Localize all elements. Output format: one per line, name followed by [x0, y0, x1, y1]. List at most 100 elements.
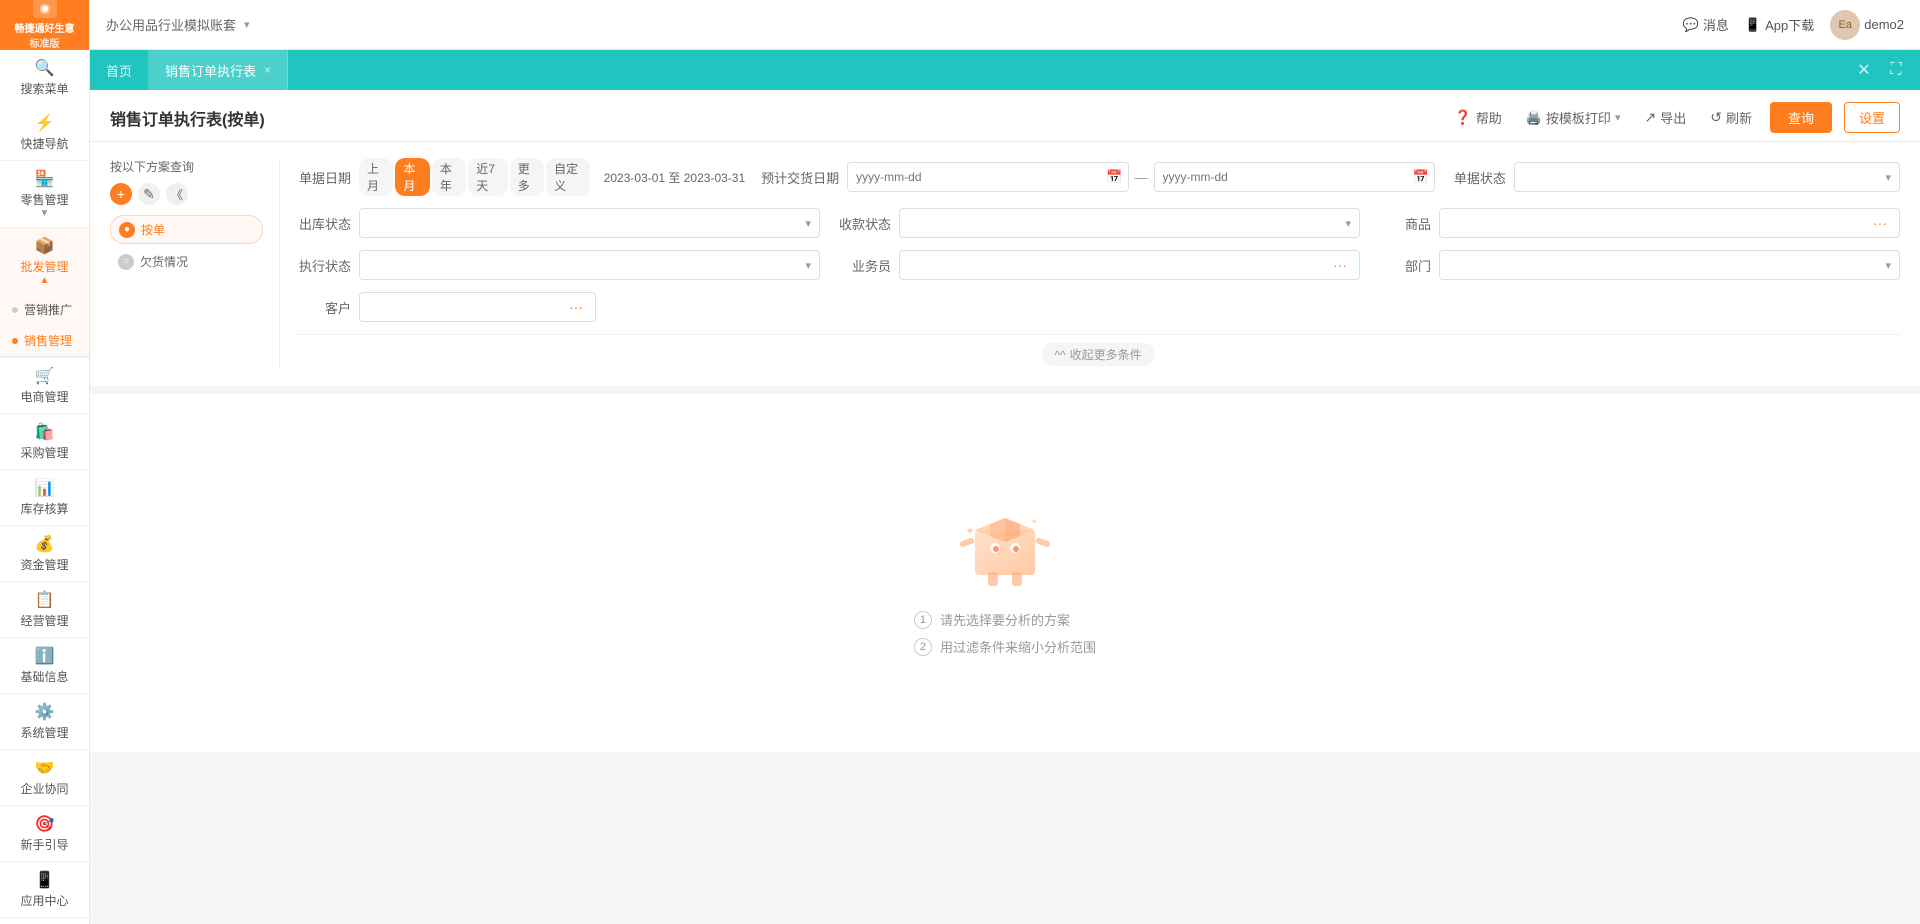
shipment-label: 出库状态	[296, 214, 351, 233]
filter-sidebar-actions: + ✎ 《	[110, 183, 263, 205]
svg-text:✦: ✦	[965, 524, 975, 538]
date-tabs: 上月 本月 本年 近7天 更多 自定义	[359, 158, 590, 196]
sidebar-item-retail[interactable]: 🏪 零售管理 ▼	[0, 161, 89, 227]
sidebar-item-sales[interactable]: 销售管理	[0, 325, 89, 356]
system-icon: ⚙️	[35, 702, 55, 722]
customer-dots[interactable]: ···	[565, 299, 587, 315]
collapse-bar: ^^ 收起更多条件	[296, 334, 1900, 370]
filter-layout: 按以下方案查询 + ✎ 《 ● 按单 ○ 欠货情况	[110, 158, 1900, 370]
sidebar-item-tutorial-label: 新手引导	[20, 836, 68, 853]
sidebar-item-finance[interactable]: 💰 资金管理	[0, 526, 89, 581]
expected-date-end-input[interactable]	[1154, 162, 1435, 192]
date-tab-custom[interactable]: 自定义	[546, 158, 590, 196]
user-profile[interactable]: Ea demo2	[1830, 10, 1904, 40]
sidebar-item-search-label: 搜索菜单	[20, 80, 68, 97]
query-btn[interactable]: 查询	[1770, 102, 1832, 133]
baseinfo-icon: ℹ️	[35, 646, 55, 666]
sidebar-item-collab-label: 企业协同	[20, 780, 68, 797]
wholesale-submenu: 营销推广 销售管理	[0, 294, 89, 357]
svg-text:✦: ✦	[1030, 517, 1038, 528]
collapse-btn[interactable]: ^^ 收起更多条件	[1042, 343, 1153, 366]
department-select[interactable]: ▾	[1439, 250, 1900, 280]
sidebar-item-tutorial[interactable]: 🎯 新手引导	[0, 806, 89, 861]
add-plan-btn[interactable]: +	[110, 183, 132, 205]
filter-plan-item-shortage[interactable]: ○ 欠货情况	[110, 248, 263, 275]
collapse-plan-btn[interactable]: 《	[166, 183, 188, 205]
empty-state: ✦ ✦ 1 请先选择要分析的方案 2 用过滤条件来缩小分析范围	[110, 410, 1900, 736]
date-tab-current-year[interactable]: 本年	[432, 158, 466, 196]
sidebar-item-quicknav[interactable]: ⚡ 快捷导航	[0, 105, 89, 160]
sidebar-item-operations-label: 经营管理	[20, 612, 68, 629]
tab-sales-order[interactable]: 销售订单执行表 ×	[149, 50, 288, 90]
payment-status-select[interactable]: ▾	[899, 208, 1360, 238]
date-label: 单据日期	[296, 168, 351, 187]
sidebar-item-search[interactable]: 🔍 搜索菜单	[0, 50, 89, 105]
product-select[interactable]: ···	[1439, 208, 1900, 238]
salesperson-select[interactable]: ···	[899, 250, 1360, 280]
sidebar-purchase-section: 🛍️ 采购管理	[0, 414, 89, 470]
date-tab-last-month[interactable]: 上月	[359, 158, 393, 196]
tab-maximize-btn[interactable]: ⛶	[1884, 58, 1908, 82]
empty-step-2-label: 用过滤条件来缩小分析范围	[940, 637, 1096, 656]
customer-select[interactable]: ···	[359, 292, 596, 322]
expected-date-start-input[interactable]	[847, 162, 1128, 192]
export-btn[interactable]: ↗ 导出	[1638, 104, 1692, 131]
page-content: 销售订单执行表(按单) ❓ 帮助 🖨️ 按模板打印 ▾ ↗ 导出	[90, 90, 1920, 924]
sidebar-item-purchase[interactable]: 🛍️ 采购管理	[0, 414, 89, 469]
execution-label: 执行状态	[296, 256, 351, 275]
sidebar-item-baseinfo-label: 基础信息	[20, 668, 68, 685]
filter-field-salesperson: 业务员 ···	[836, 250, 1360, 280]
refresh-btn[interactable]: ↺ 刷新	[1704, 104, 1758, 131]
product-label: 商品	[1376, 214, 1431, 233]
filter-plan-item-order[interactable]: ● 按单	[110, 215, 263, 244]
payment-label: 收款状态	[836, 214, 891, 233]
sidebar-item-inventory[interactable]: 📊 库存核算	[0, 470, 89, 525]
wholesale-arrow: ▲	[40, 275, 50, 286]
shipment-chevron: ▾	[805, 217, 811, 230]
sidebar-item-operations[interactable]: 📋 经营管理	[0, 582, 89, 637]
date-tab-7days[interactable]: 近7天	[468, 158, 508, 196]
execution-status-select[interactable]: ▾	[359, 250, 820, 280]
empty-illustration: ✦ ✦	[955, 490, 1055, 590]
message-btn[interactable]: 💬 消息	[1683, 15, 1729, 34]
settings-btn[interactable]: 设置	[1844, 102, 1900, 133]
print-btn[interactable]: 🖨️ 按模板打印 ▾	[1520, 104, 1627, 131]
sidebar-item-ecommerce[interactable]: 🛒 电商管理	[0, 358, 89, 413]
sidebar-item-marketing[interactable]: 营销推广	[0, 294, 89, 325]
sidebar-wechat-section: 💬 企业微信	[0, 918, 89, 924]
shipment-status-select[interactable]: ▾	[359, 208, 820, 238]
date-tab-more[interactable]: 更多	[510, 158, 544, 196]
ecommerce-icon: 🛒	[35, 366, 55, 386]
sales-dot	[12, 338, 18, 344]
filter-field-product: 商品 ···	[1376, 208, 1900, 238]
page-title: 销售订单执行表(按单)	[110, 106, 265, 130]
sidebar-item-system[interactable]: ⚙️ 系统管理	[0, 694, 89, 749]
sidebar-item-collab[interactable]: 🤝 企业协同	[0, 750, 89, 805]
sidebar-item-appcenter[interactable]: 📱 应用中心	[0, 862, 89, 917]
filter-row-status: 出库状态 ▾ 收款状态 ▾	[296, 208, 1900, 238]
print-dropdown-arrow: ▾	[1615, 111, 1621, 124]
sidebar-item-purchase-label: 采购管理	[20, 444, 68, 461]
doc-status-chevron: ▾	[1885, 171, 1891, 184]
page-header-actions: ❓ 帮助 🖨️ 按模板打印 ▾ ↗ 导出 ↺ 刷新	[1448, 102, 1900, 133]
filter-field-execution: 执行状态 ▾	[296, 250, 820, 280]
date-tab-current-month[interactable]: 本月	[395, 158, 429, 196]
product-dots[interactable]: ···	[1869, 215, 1891, 231]
filter-field-doc-status: 单据状态 ▾	[1451, 162, 1900, 192]
sidebar-item-baseinfo[interactable]: ℹ️ 基础信息	[0, 638, 89, 693]
edit-plan-btn[interactable]: ✎	[138, 183, 160, 205]
salesperson-dots[interactable]: ···	[1329, 257, 1351, 273]
help-btn[interactable]: ❓ 帮助	[1448, 104, 1507, 131]
search-icon: 🔍	[35, 58, 55, 78]
payment-chevron: ▾	[1345, 217, 1351, 230]
expected-date-range: 📅 — 📅	[847, 162, 1435, 192]
tab-home-label: 首页	[106, 61, 132, 80]
sidebar-item-wechat[interactable]: 💬 企业微信	[0, 918, 89, 924]
app-download-btn[interactable]: 📱 App下载	[1745, 15, 1814, 34]
empty-steps: 1 请先选择要分析的方案 2 用过滤条件来缩小分析范围	[914, 610, 1096, 656]
tab-close-window-btn[interactable]: ✕	[1852, 58, 1876, 82]
tab-close-btn[interactable]: ×	[264, 63, 271, 77]
tab-home[interactable]: 首页	[90, 50, 149, 90]
doc-status-select[interactable]: ▾	[1514, 162, 1900, 192]
sidebar-item-wholesale[interactable]: 📦 批发管理 ▲	[0, 228, 89, 294]
